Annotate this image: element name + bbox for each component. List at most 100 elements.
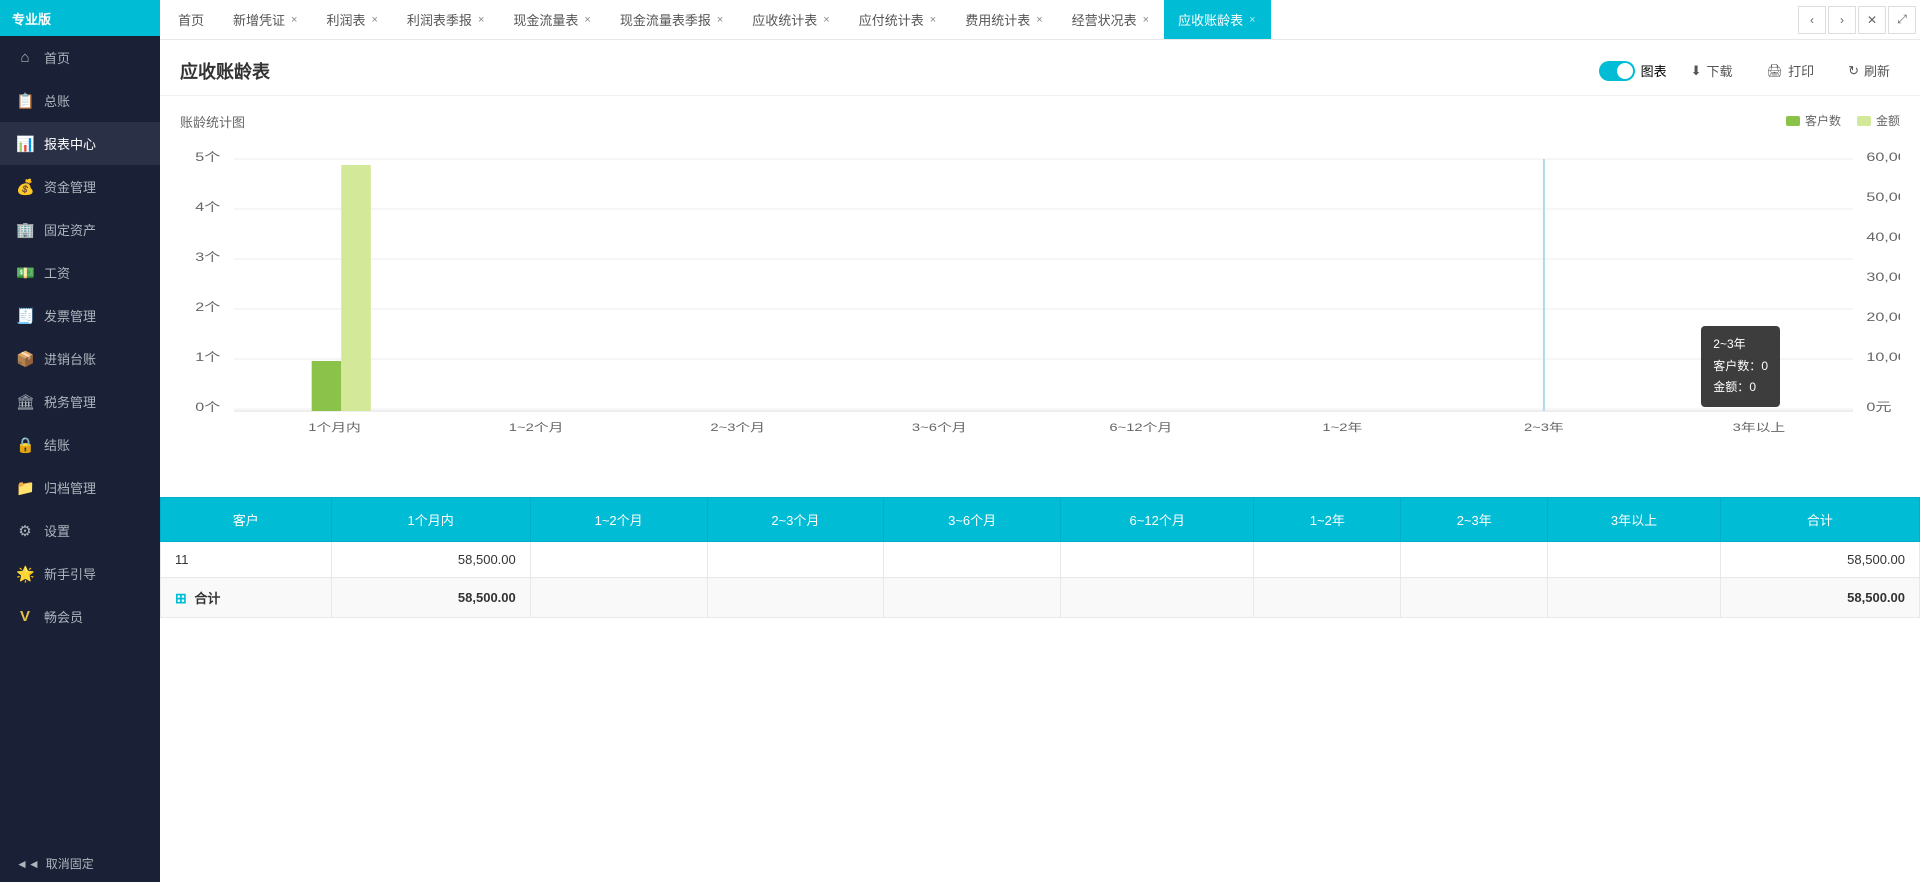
svg-text:40,000.00元: 40,000.00元	[1866, 231, 1900, 245]
sidebar-item-closing[interactable]: 🔒 结账	[0, 423, 160, 466]
col-total: 合计	[1720, 498, 1919, 542]
tab-ar-aging-label: 应收账龄表	[1178, 10, 1243, 29]
tab-cashflow-quarterly-close[interactable]: ×	[717, 14, 723, 26]
refresh-button[interactable]: ↻ 刷新	[1838, 56, 1900, 85]
svg-text:2个: 2个	[195, 300, 220, 314]
chart-title: 账龄统计图	[180, 112, 1900, 131]
tab-new-voucher-close[interactable]: ×	[291, 14, 297, 26]
tab-close-all-button[interactable]: ✕	[1858, 6, 1886, 34]
salary-icon: 💵	[16, 264, 34, 282]
sidebar-item-tax[interactable]: 🏛 税务管理	[0, 380, 160, 423]
chart-toggle[interactable]: 图表	[1599, 61, 1667, 81]
sidebar-item-home[interactable]: ⌂ 首页	[0, 36, 160, 79]
cell-6-12m	[1061, 542, 1254, 578]
sidebar-label-invoice: 发票管理	[44, 306, 96, 325]
tab-ar-stats[interactable]: 应收统计表 ×	[738, 0, 844, 40]
svg-text:10,000.00元: 10,000.00元	[1866, 351, 1900, 365]
tab-ar-stats-close[interactable]: ×	[823, 14, 829, 26]
sidebar-item-ledger[interactable]: 📋 总账	[0, 79, 160, 122]
svg-text:60,000.00元: 60,000.00元	[1866, 151, 1900, 165]
ledger-icon: 📋	[16, 92, 34, 110]
svg-text:20,000.00元: 20,000.00元	[1866, 311, 1900, 325]
svg-text:30,000.00元: 30,000.00元	[1866, 271, 1900, 285]
print-button[interactable]: 🖨 打印	[1757, 56, 1825, 85]
bar-amount-1	[341, 165, 371, 411]
toggle-track[interactable]	[1599, 61, 1635, 81]
main-content: 首页 新增凭证 × 利润表 × 利润表季报 × 现金流量表 × 现金流量表季报 …	[160, 0, 1920, 882]
tab-expense-stats-close[interactable]: ×	[1036, 14, 1042, 26]
tab-cashflow-quarterly-label: 现金流量表季报	[620, 10, 711, 29]
toggle-label: 图表	[1641, 61, 1667, 80]
sidebar-label-home: 首页	[44, 48, 70, 67]
tab-cashflow[interactable]: 现金流量表 ×	[499, 0, 605, 40]
total-1-2m	[530, 578, 707, 618]
sidebar-item-settings[interactable]: ⚙ 设置	[0, 509, 160, 552]
legend-count-label: 客户数	[1805, 112, 1841, 129]
tab-ar-stats-label: 应收统计表	[752, 10, 817, 29]
svg-text:2~3个月: 2~3个月	[710, 421, 765, 434]
sidebar-item-assets[interactable]: 🏢 固定资产	[0, 208, 160, 251]
svg-text:2~3年: 2~3年	[1524, 421, 1564, 434]
tab-profit-quarterly-close[interactable]: ×	[478, 14, 484, 26]
unpin-icon: ◄◄	[16, 857, 40, 871]
tab-ar-aging[interactable]: 应收账龄表 ×	[1164, 0, 1270, 40]
tab-bar: 首页 新增凭证 × 利润表 × 利润表季报 × 现金流量表 × 现金流量表季报 …	[160, 0, 1920, 40]
unpin-button[interactable]: ◄◄ 取消固定	[0, 845, 160, 882]
total-total: 58,500.00	[1720, 578, 1919, 618]
inventory-icon: 📦	[16, 350, 34, 368]
tab-ar-aging-close[interactable]: ×	[1249, 14, 1255, 26]
cell-1-2m	[530, 542, 707, 578]
sidebar-item-invoice[interactable]: 🧾 发票管理	[0, 294, 160, 337]
archive-icon: 📁	[16, 479, 34, 497]
sidebar-item-guide[interactable]: 🌟 新手引导	[0, 552, 160, 595]
tab-expense-stats-label: 费用统计表	[965, 10, 1030, 29]
svg-text:4个: 4个	[195, 200, 220, 214]
tab-cashflow-close[interactable]: ×	[584, 14, 590, 26]
sidebar-item-vip[interactable]: V 畅会员	[0, 595, 160, 638]
tab-profit-quarterly[interactable]: 利润表季报 ×	[393, 0, 499, 40]
legend-amount-label: 金额	[1876, 112, 1900, 129]
total-3y-plus	[1548, 578, 1721, 618]
tab-ap-stats-label: 应付统计表	[859, 10, 924, 29]
sidebar-item-reports[interactable]: 📊 报表中心	[0, 122, 160, 165]
download-button[interactable]: ⬇ 下载	[1681, 56, 1743, 85]
sidebar-item-salary[interactable]: 💵 工资	[0, 251, 160, 294]
tab-home[interactable]: 首页	[164, 0, 219, 40]
svg-text:6~12个月: 6~12个月	[1109, 421, 1172, 434]
col-2-3m: 2~3个月	[707, 498, 884, 542]
total-3-6m	[884, 578, 1061, 618]
download-icon: ⬇	[1691, 63, 1702, 79]
tab-biz-status-close[interactable]: ×	[1143, 14, 1149, 26]
tab-profit[interactable]: 利润表 ×	[312, 0, 392, 40]
cell-3-6m	[884, 542, 1061, 578]
sidebar-item-capital[interactable]: 💰 资金管理	[0, 165, 160, 208]
svg-text:3个: 3个	[195, 250, 220, 264]
sidebar-label-capital: 资金管理	[44, 177, 96, 196]
tab-profit-close[interactable]: ×	[371, 14, 377, 26]
total-6-12m	[1061, 578, 1254, 618]
svg-text:3年以上: 3年以上	[1733, 421, 1786, 434]
tab-prev-button[interactable]: ‹	[1798, 6, 1826, 34]
tab-expense-stats[interactable]: 费用统计表 ×	[951, 0, 1057, 40]
tab-new-voucher[interactable]: 新增凭证 ×	[219, 0, 312, 40]
chart-svg-container: 5个 4个 3个 2个 1个 0个 60,000.00元 50,000.00元 …	[180, 141, 1900, 481]
tab-cashflow-label: 现金流量表	[513, 10, 578, 29]
legend-customer-count: 客户数	[1786, 112, 1841, 129]
tab-cashflow-quarterly[interactable]: 现金流量表季报 ×	[606, 0, 738, 40]
tab-ap-stats[interactable]: 应付统计表 ×	[845, 0, 951, 40]
cell-customer: 11	[161, 542, 332, 578]
capital-icon: 💰	[16, 178, 34, 196]
tax-icon: 🏛	[16, 393, 34, 411]
sidebar-label-closing: 结账	[44, 435, 70, 454]
tab-maximize-button[interactable]: ⤢	[1888, 6, 1916, 34]
tab-ap-stats-close[interactable]: ×	[930, 14, 936, 26]
tab-next-button[interactable]: ›	[1828, 6, 1856, 34]
tab-biz-status[interactable]: 经营状况表 ×	[1058, 0, 1164, 40]
cell-1-2y	[1254, 542, 1401, 578]
legend-count-dot	[1786, 116, 1800, 126]
legend-amount-dot	[1857, 116, 1871, 126]
sidebar-item-inventory[interactable]: 📦 进销台账	[0, 337, 160, 380]
print-label: 打印	[1788, 61, 1814, 80]
sidebar-item-archive[interactable]: 📁 归档管理	[0, 466, 160, 509]
sidebar-label-inventory: 进销台账	[44, 349, 96, 368]
